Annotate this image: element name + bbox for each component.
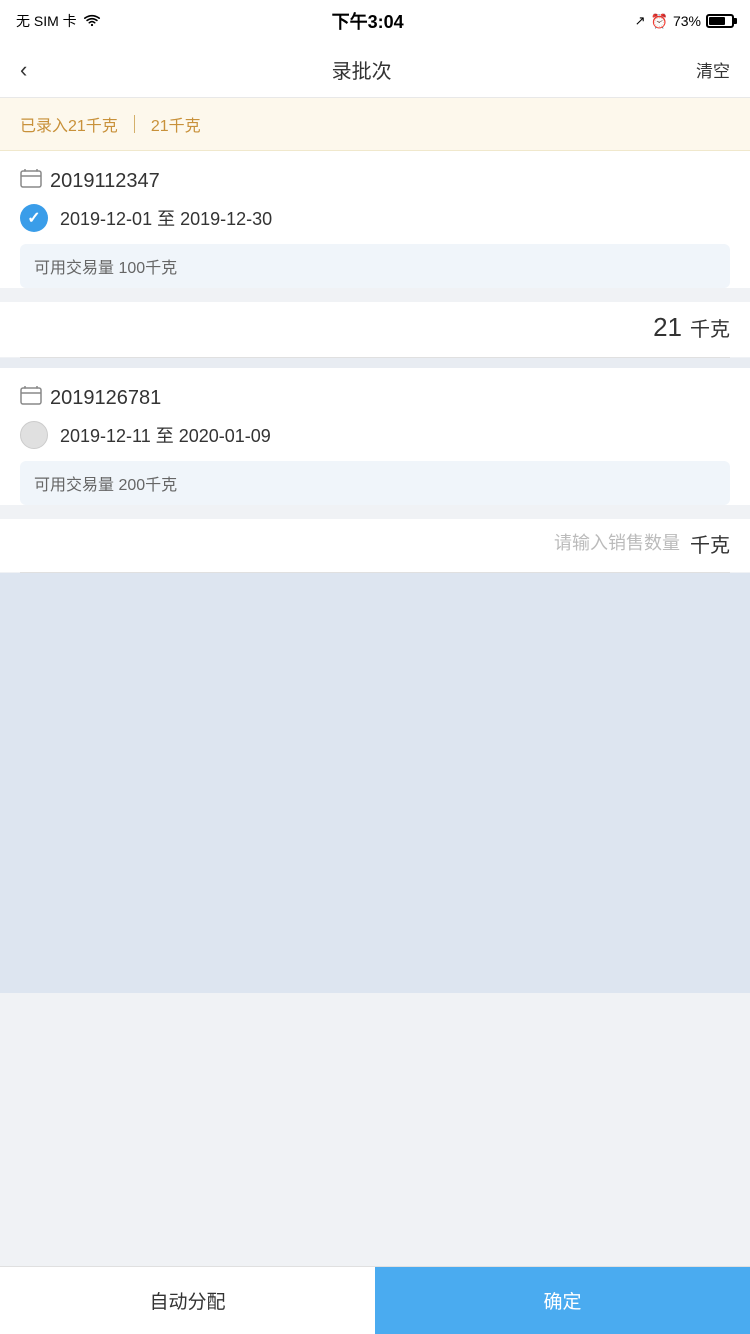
recorded-amount: 已录入21千克 (20, 112, 118, 136)
battery-percent: 73% (673, 13, 701, 29)
section-divider-1 (0, 358, 750, 368)
batch-2-icon (20, 386, 42, 411)
info-divider (134, 115, 135, 133)
batch-2-input-row[interactable]: 千克 (0, 519, 750, 572)
alarm-icon: ⏰ (651, 13, 668, 30)
batch-1-amount-row: 21 千克 (0, 302, 750, 357)
batch-1-id: 2019112347 (50, 170, 160, 193)
total-amount: 21千克 (151, 112, 201, 136)
batch-2-card: 2019126781 2019-12-11 至 2020-01-09 可用交易量… (0, 368, 750, 505)
empty-area (0, 573, 750, 993)
batch-1-amount-unit: 千克 (690, 313, 730, 342)
batch-2-id: 2019126781 (50, 387, 161, 410)
nav-bar: ‹ 录批次 清空 (0, 42, 750, 98)
batch-1-header: 2019112347 (20, 169, 730, 194)
batch-1-date-row[interactable]: ✓ 2019-12-01 至 2019-12-30 (20, 204, 730, 232)
batch-2-date: 2019-12-11 至 2020-01-09 (60, 422, 271, 448)
batch-1-amount-value: 21 (653, 312, 682, 343)
batch-1-icon (20, 169, 42, 194)
qty-input[interactable] (20, 533, 680, 554)
back-button[interactable]: ‹ (20, 57, 27, 83)
location-icon: ↗ (635, 13, 646, 29)
batch-1-radio[interactable]: ✓ (20, 204, 48, 232)
batch-1-available: 可用交易量 100千克 (20, 244, 730, 288)
batch-2-date-row[interactable]: 2019-12-11 至 2020-01-09 (20, 421, 730, 449)
batch-2-unit: 千克 (690, 529, 730, 558)
status-bar: 无 SIM 卡 下午3:04 ↗ ⏰ 73% (0, 0, 750, 42)
batch-2-available: 可用交易量 200千克 (20, 461, 730, 505)
batch-1-date: 2019-12-01 至 2019-12-30 (60, 205, 272, 231)
batch-1-check-mark: ✓ (27, 208, 40, 228)
info-banner: 已录入21千克 21千克 (0, 98, 750, 151)
clear-button[interactable]: 清空 (696, 57, 730, 82)
status-left: 无 SIM 卡 (16, 11, 101, 31)
confirm-button[interactable]: 确定 (375, 1267, 750, 1334)
status-right: ↗ ⏰ 73% (635, 13, 734, 30)
battery-icon (706, 14, 734, 28)
sim-text: 无 SIM 卡 (16, 11, 77, 31)
status-time: 下午3:04 (332, 8, 404, 34)
auto-distribute-button[interactable]: 自动分配 (0, 1267, 375, 1334)
bottom-bar: 自动分配 确定 (0, 1266, 750, 1334)
batch-2-radio[interactable] (20, 421, 48, 449)
page-title: 录批次 (332, 55, 392, 84)
batch-1-card: 2019112347 ✓ 2019-12-01 至 2019-12-30 可用交… (0, 151, 750, 288)
batch-2-header: 2019126781 (20, 386, 730, 411)
wifi-icon (83, 13, 101, 30)
